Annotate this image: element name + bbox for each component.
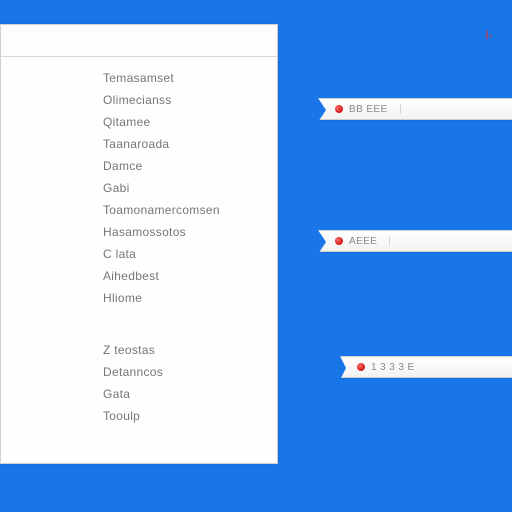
list-item-label: Aihedbest — [103, 269, 159, 283]
list-item[interactable]: Tooulp — [103, 405, 277, 427]
divider-icon — [400, 104, 401, 114]
list-item[interactable]: Gata — [103, 383, 277, 405]
info-bar-3[interactable]: 1 3 3 3 E — [340, 356, 512, 378]
info-bar-label: AEEE — [349, 236, 377, 247]
list-item[interactable]: Aihedbest — [103, 265, 277, 287]
info-bar-label: 1 3 3 3 E — [371, 362, 415, 373]
info-bar-1[interactable]: BB EEE — [318, 98, 512, 120]
list-item[interactable]: C lata — [103, 243, 277, 265]
list-item[interactable]: Gabi — [103, 177, 277, 199]
list-item[interactable]: Temasamset — [103, 67, 277, 89]
list-item-label: Damce — [103, 159, 143, 173]
bar-notch-icon — [318, 98, 326, 122]
list-item-label: Hasamossotos — [103, 225, 186, 239]
list-item-label: Olimecianss — [103, 93, 172, 107]
panel-header — [1, 25, 277, 57]
list-panel: Temasamset Olimecianss Qitamee Taanaroad… — [0, 24, 278, 464]
list-item-label: Hliome — [103, 291, 142, 305]
list-item-label: Taanaroada — [103, 137, 169, 151]
info-bar-label: BB EEE — [349, 104, 388, 115]
close-icon-glyph: I- — [485, 28, 492, 42]
record-dot-icon — [335, 105, 343, 113]
list-item[interactable]: Olimecianss — [103, 89, 277, 111]
list-item-label: Detanncos — [103, 365, 163, 379]
list-item[interactable]: Z teostas — [103, 339, 277, 361]
record-dot-icon — [335, 237, 343, 245]
list-item[interactable]: Taanaroada — [103, 133, 277, 155]
list-item-label: Qitamee — [103, 115, 150, 129]
panel-body: Temasamset Olimecianss Qitamee Taanaroad… — [1, 57, 277, 437]
list-item — [103, 317, 277, 339]
list-item-label: Gabi — [103, 181, 130, 195]
list-item[interactable]: Toamonamercomsen — [103, 199, 277, 221]
record-dot-icon — [357, 363, 365, 371]
list-item-label: Temasamset — [103, 71, 174, 85]
list-item[interactable]: Damce — [103, 155, 277, 177]
item-list: Temasamset Olimecianss Qitamee Taanaroad… — [103, 67, 277, 427]
list-item-label: Toamonamercomsen — [103, 203, 220, 217]
bar-notch-icon — [340, 356, 346, 380]
list-item[interactable]: Hasamossotos — [103, 221, 277, 243]
list-item-label: C lata — [103, 247, 136, 261]
list-item-label: Z teostas — [103, 343, 155, 357]
close-icon[interactable]: I- — [482, 28, 496, 42]
list-item-label: Tooulp — [103, 409, 140, 423]
list-item[interactable]: Qitamee — [103, 111, 277, 133]
info-bar-2[interactable]: AEEE — [318, 230, 512, 252]
divider-icon — [389, 236, 390, 246]
list-item-label: Gata — [103, 387, 130, 401]
bar-notch-icon — [318, 230, 326, 254]
list-item[interactable]: Detanncos — [103, 361, 277, 383]
list-item[interactable]: Hliome — [103, 287, 277, 309]
